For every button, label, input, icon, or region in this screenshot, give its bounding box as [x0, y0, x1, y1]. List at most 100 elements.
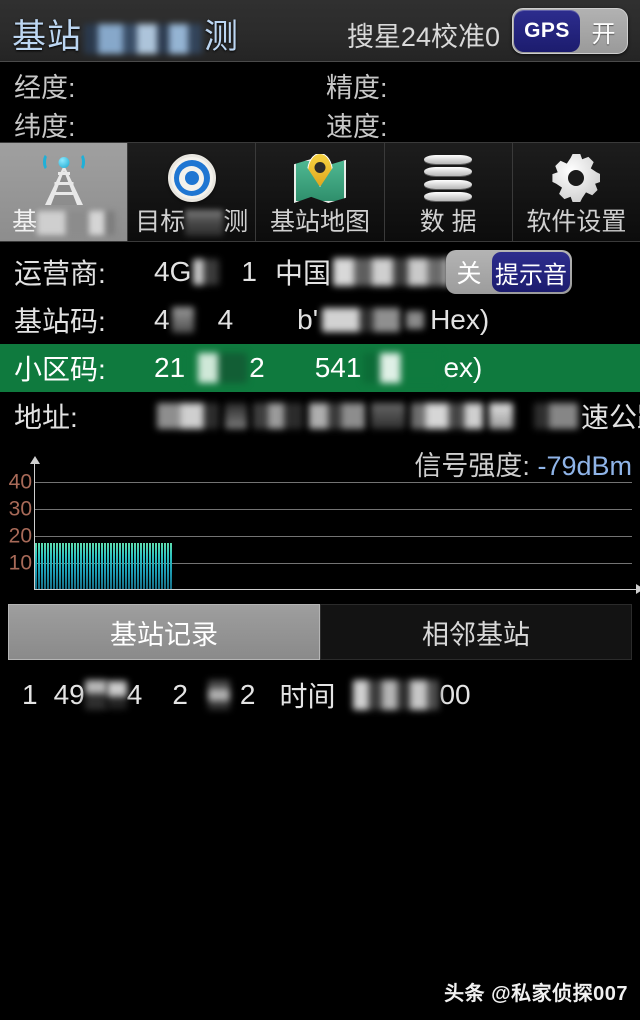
chart-gridline	[34, 508, 632, 510]
record-row[interactable]: 1 49 4 2 2 时间 00	[0, 672, 640, 718]
chart-y-tick: 40	[8, 470, 32, 494]
alert-sound-toggle[interactable]: 关 提示音	[446, 250, 572, 294]
chart-bar	[113, 542, 115, 589]
chart-bar	[56, 542, 58, 589]
redacted-address-block1	[157, 403, 219, 429]
accuracy-field: 精度:	[320, 66, 640, 105]
tab-base-station-map[interactable]: 基站地图	[256, 143, 385, 241]
cellcode-hex-suffix: ex)	[443, 352, 483, 383]
redacted-address-block5	[371, 403, 405, 429]
redacted-cellcode-block1	[187, 353, 248, 383]
gps-toggle-state: 开	[591, 20, 616, 48]
chart-bar	[107, 542, 109, 589]
database-icon	[424, 149, 473, 207]
chart-bar	[161, 542, 163, 589]
chart-bar	[137, 542, 139, 589]
chart-bar	[101, 542, 103, 589]
record-col2-prefix: 49	[53, 679, 85, 710]
chart-bar	[53, 542, 55, 589]
cellcode-dec-suffix: 2	[249, 352, 265, 383]
chart-bar	[134, 542, 136, 589]
chart-axis-arrow-up	[30, 456, 40, 464]
app-title-prefix: 基站	[12, 18, 82, 56]
redacted-address-block6	[411, 403, 483, 429]
chart-y-tick: 30	[8, 497, 32, 521]
redacted-basecode-block3	[406, 311, 425, 329]
speed-label: 速度:	[326, 112, 388, 142]
chart-bar	[92, 542, 94, 589]
tab-label-base-station-map: 基站地图	[270, 208, 371, 236]
alert-sound-off-label: 关	[456, 260, 482, 288]
address-label: 地址:	[14, 402, 78, 433]
chart-bar	[131, 542, 133, 589]
watermark: 头条 @私家侦探007	[444, 983, 628, 1005]
operator-network: 4G	[154, 256, 192, 287]
basecode-count: 4	[217, 304, 234, 335]
redacted-record-block3	[207, 680, 230, 710]
satellite-status: 搜星24校准0	[346, 22, 500, 52]
record-time-label: 时间	[279, 681, 336, 712]
longitude-label: 经度:	[14, 73, 76, 103]
cellcode-dec-prefix: 21	[154, 352, 186, 383]
chart-bar	[110, 542, 112, 589]
redacted-record-block1	[84, 680, 107, 710]
chart-bar	[68, 542, 70, 589]
chart-bar	[140, 542, 142, 589]
chart-bar	[86, 542, 88, 589]
record-col3: 2	[172, 679, 188, 710]
chart-bar	[65, 542, 67, 589]
address-value: 速公路)	[154, 396, 640, 436]
chart-bar	[143, 542, 145, 589]
gps-toggle-knob: GPS	[514, 10, 580, 52]
tab-target-detect[interactable]: 目标 测	[128, 143, 257, 241]
alert-sound-on-label: 提示音	[492, 252, 570, 292]
tab-software-settings[interactable]: 软件设置	[512, 143, 640, 241]
base-station-code-row: 基站码: 4 4 b' Hex)	[0, 296, 640, 344]
redacted-title-block	[84, 24, 202, 55]
chart-plot-area: 10 20 30 40	[0, 456, 640, 594]
record-tab-strip: 基站记录 相邻基站	[8, 604, 632, 660]
tab-label-base-station: 基	[12, 207, 116, 237]
record-time-suffix: 00	[439, 679, 471, 710]
chart-bar	[170, 542, 172, 589]
chart-bar	[95, 542, 97, 589]
tab-base-station-record[interactable]: 基站记录	[8, 604, 320, 660]
operator-value: 4G 1 中国	[154, 252, 483, 292]
chart-bar	[149, 542, 151, 589]
tab-neighbor-base-station[interactable]: 相邻基站	[320, 604, 632, 660]
chart-bar	[50, 542, 52, 589]
bullseye-target-icon	[167, 149, 216, 207]
gps-toggle[interactable]: GPS 开	[512, 8, 628, 54]
chart-bar	[164, 542, 166, 589]
chart-bar	[98, 542, 100, 589]
record-index: 1	[22, 679, 38, 710]
chart-bar	[155, 542, 157, 589]
gps-info-panel: 经度: 精度: 纬度: 速度:	[0, 62, 640, 142]
tab-base-station[interactable]: 基	[0, 143, 129, 241]
speed-field: 速度:	[320, 105, 640, 144]
longitude-field: 经度:	[0, 66, 320, 105]
redacted-address-block2	[225, 403, 247, 429]
chart-y-tick: 10	[8, 551, 32, 575]
chart-bar	[122, 542, 124, 589]
redacted-record-block4	[353, 680, 440, 710]
chart-bar	[59, 542, 61, 589]
chart-bar	[80, 542, 82, 589]
chart-bars	[35, 542, 173, 589]
chart-bar	[119, 542, 121, 589]
cell-code-row: 小区码: 21 2 541 ex)	[0, 344, 640, 392]
tab-data[interactable]: 数 据	[384, 143, 513, 241]
chart-bar	[128, 542, 130, 589]
redacted-cellcode-block2	[363, 353, 442, 383]
tab-label-software-settings: 软件设置	[526, 208, 627, 236]
app-title-suffix: 测	[204, 18, 239, 56]
tab0-text: 基	[12, 208, 38, 236]
redacted-tab1-block	[185, 210, 224, 237]
tab-label-target-detect: 目标 测	[135, 207, 248, 237]
operator-index: 1	[241, 256, 257, 287]
redacted-address-block4	[309, 403, 365, 429]
tab-label-data: 数 据	[419, 208, 477, 236]
page-title: 基站 测	[12, 9, 239, 58]
chart-gridline	[34, 481, 632, 483]
latitude-label: 纬度:	[14, 112, 76, 142]
